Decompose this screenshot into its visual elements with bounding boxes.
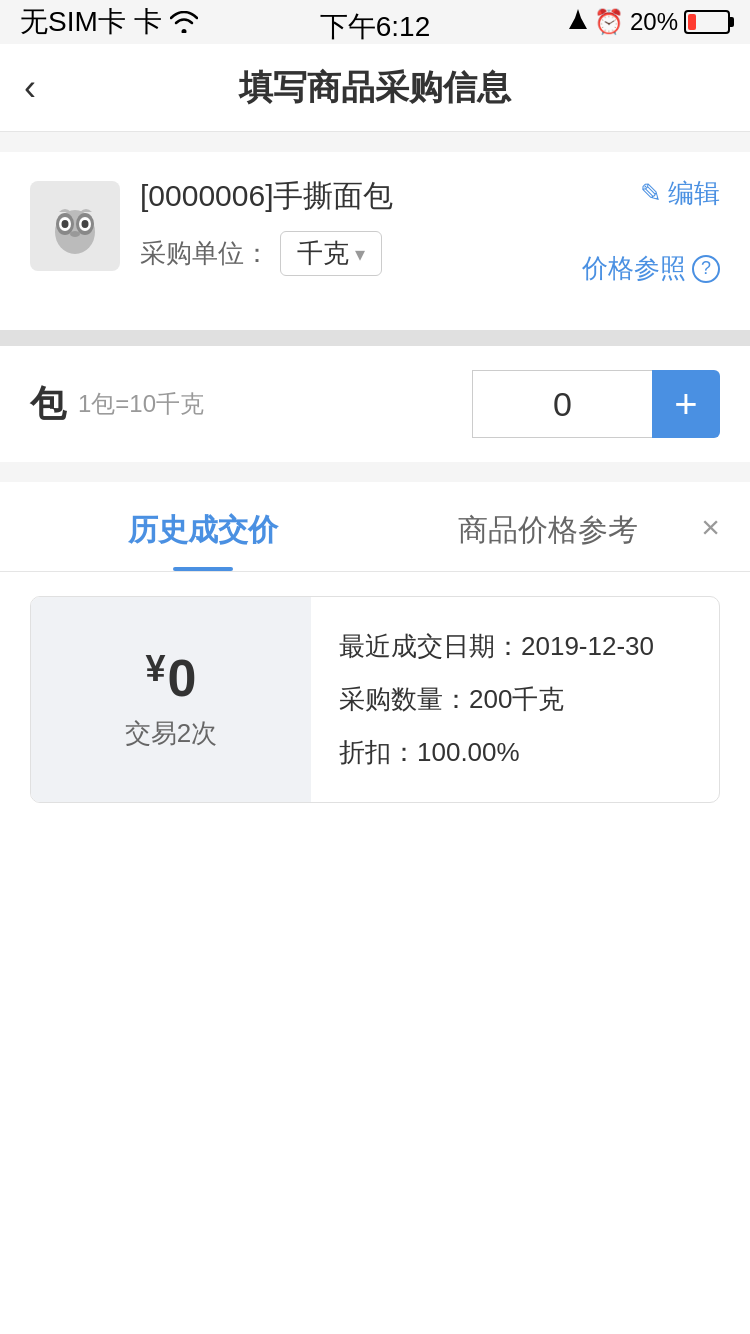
- product-name: [0000006]手撕面包: [140, 176, 393, 217]
- purchase-quantity-line: 采购数量：200千克: [339, 680, 691, 719]
- product-card: [0000006]手撕面包 采购单位： 千克 ▾ ✎ 编辑 价格参照 ?: [0, 152, 750, 330]
- qty-left: 包 1包=10千克: [30, 380, 204, 429]
- trade-count: 交易2次: [125, 716, 217, 751]
- price-display: ¥0: [146, 648, 197, 708]
- quantity-value-detail: 200千克: [469, 684, 564, 714]
- product-left: [0000006]手撕面包 采购单位： 千克 ▾: [30, 176, 393, 276]
- tab-product-price-ref[interactable]: 商品价格参考: [375, 482, 720, 571]
- edit-label: 编辑: [668, 176, 720, 211]
- svg-point-5: [61, 220, 68, 228]
- unit-value: 千克: [297, 236, 349, 271]
- alarm-icon: ⏰: [594, 8, 624, 36]
- quantity-row: 包 1包=10千克 0 +: [0, 346, 750, 462]
- latest-date-label: 最近成交日期：: [339, 631, 521, 661]
- history-card-wrapper: ¥0 交易2次 最近成交日期：2019-12-30 采购数量：200千克 折扣：…: [0, 572, 750, 827]
- discount-label: 折扣：: [339, 737, 417, 767]
- panel-close-button[interactable]: ×: [701, 508, 720, 545]
- qty-right: 0 +: [472, 370, 720, 438]
- svg-point-7: [70, 231, 80, 237]
- latest-date-value: 2019-12-30: [521, 631, 654, 661]
- price-ref-button[interactable]: 价格参照 ?: [582, 251, 720, 286]
- quantity-value: 0: [553, 385, 572, 424]
- tab2-label: 商品价格参考: [458, 513, 638, 546]
- quantity-label: 采购数量：: [339, 684, 469, 714]
- wifi-icon: [170, 11, 198, 33]
- product-info: [0000006]手撕面包 采购单位： 千克 ▾: [140, 176, 393, 276]
- nav-bar: ‹ 填写商品采购信息: [0, 44, 750, 132]
- discount-line: 折扣：100.00%: [339, 733, 691, 772]
- currency-symbol: ¥: [146, 648, 166, 689]
- battery-icon: [684, 10, 730, 34]
- price-ref-label: 价格参照: [582, 251, 686, 286]
- status-right: ⏰ 20%: [568, 8, 730, 36]
- qty-hint: 1包=10千克: [78, 388, 204, 420]
- owl-icon: [43, 194, 108, 259]
- help-icon[interactable]: ?: [692, 255, 720, 283]
- main-background: [0, 827, 750, 1334]
- svg-point-6: [81, 220, 88, 228]
- unit-select[interactable]: 千克 ▾: [280, 231, 382, 276]
- status-time: 下午6:12: [320, 8, 431, 46]
- tab1-label: 历史成交价: [128, 513, 278, 546]
- carrier-label: 无SIM卡: [20, 3, 126, 41]
- qty-unit: 包: [30, 380, 66, 429]
- product-icon: [30, 181, 120, 271]
- section-divider: [0, 330, 750, 346]
- tabs-row: 历史成交价 商品价格参考 ×: [0, 482, 750, 572]
- edit-button[interactable]: ✎ 编辑: [640, 176, 720, 211]
- status-bar: 无SIM卡 卡 下午6:12 ⏰ 20%: [0, 0, 750, 44]
- location-icon: [568, 8, 588, 36]
- history-card-left: ¥0 交易2次: [31, 597, 311, 802]
- discount-value: 100.00%: [417, 737, 520, 767]
- sim-card-icon: 卡: [134, 3, 162, 41]
- history-card-right: 最近成交日期：2019-12-30 采购数量：200千克 折扣：100.00%: [311, 597, 719, 802]
- product-header: [0000006]手撕面包 采购单位： 千克 ▾ ✎ 编辑 价格参照 ?: [30, 176, 720, 286]
- latest-date-line: 最近成交日期：2019-12-30: [339, 627, 691, 666]
- history-card: ¥0 交易2次 最近成交日期：2019-12-30 采购数量：200千克 折扣：…: [30, 596, 720, 803]
- quantity-plus-button[interactable]: +: [652, 370, 720, 438]
- tab-history-price[interactable]: 历史成交价: [30, 482, 375, 571]
- price-value: 0: [168, 649, 197, 707]
- unit-label: 采购单位：: [140, 236, 270, 271]
- back-button[interactable]: ‹: [24, 67, 36, 109]
- tab-underline: [173, 567, 233, 571]
- quantity-input[interactable]: 0: [472, 370, 652, 438]
- price-panel: 历史成交价 商品价格参考 × ¥0 交易2次 最近成交日期：2019-12-30…: [0, 482, 750, 827]
- status-left: 无SIM卡 卡: [20, 3, 198, 41]
- unit-select-arrow: ▾: [355, 242, 365, 266]
- product-unit-row: 采购单位： 千克 ▾: [140, 231, 393, 276]
- page-title: 填写商品采购信息: [239, 65, 511, 111]
- edit-icon: ✎: [640, 178, 662, 209]
- battery-percent: 20%: [630, 8, 678, 36]
